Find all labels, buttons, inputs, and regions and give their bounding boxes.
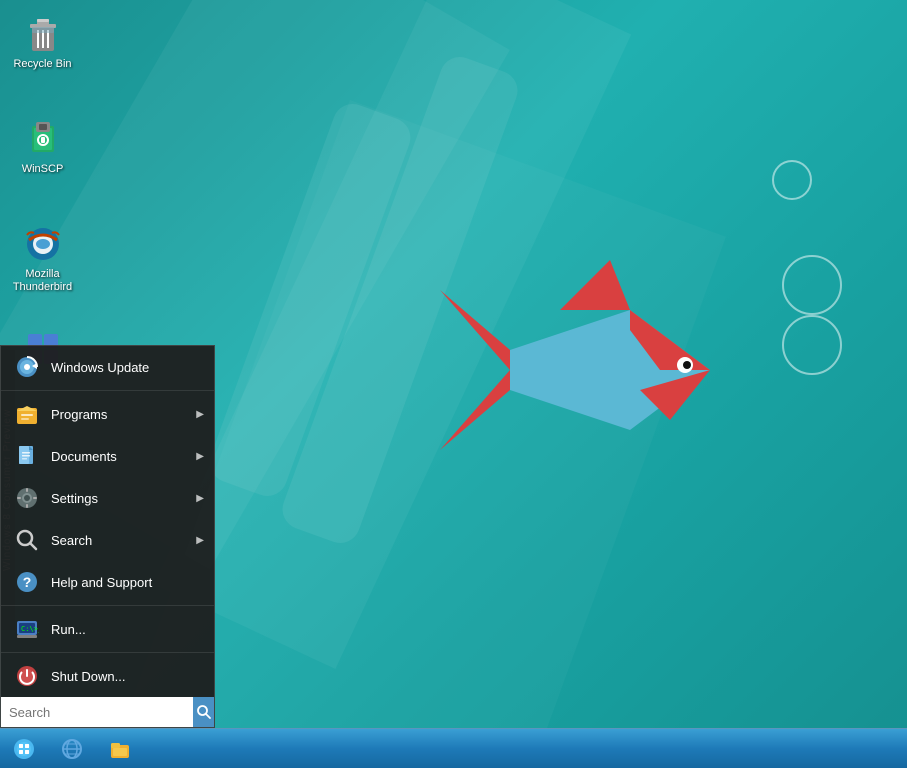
programs-arrow: ▶ [196,409,204,420]
programs-icon [13,400,41,428]
menu-item-documents[interactable]: Documents ▶ [1,435,214,477]
windows-update-label: Windows Update [51,360,202,375]
start-button[interactable] [0,730,48,768]
ie-icon [61,738,83,760]
shutdown-icon [13,662,41,690]
menu-item-windows-update[interactable]: Windows Update [1,346,214,388]
explorer-button[interactable] [96,730,144,768]
help-label: Help and Support [51,575,202,590]
separator-3 [1,652,214,653]
menu-item-programs[interactable]: Programs ▶ [1,393,214,435]
recycle-bin-label: Recycle Bin [13,58,71,71]
winscp-label: WinSCP [22,163,64,176]
menu-item-settings[interactable]: Settings ▶ [1,477,214,519]
separator-2 [1,605,214,606]
settings-icon [13,484,41,512]
search-menu-label: Search [51,533,202,548]
help-icon: ? [13,568,41,596]
start-icon [13,738,35,760]
svg-text:C:\>_: C:\>_ [21,625,39,633]
menu-item-help[interactable]: ? Help and Support [1,561,214,603]
separator-1 [1,390,214,391]
search-button-icon [197,705,211,719]
desktop-icon-winscp[interactable]: WinSCP [5,115,80,180]
programs-label: Programs [51,407,202,422]
menu-item-run[interactable]: C:\>_ Run... [1,608,214,650]
desktop: Windows 8 Consumer Preview Recycle Bin [0,0,907,768]
settings-label: Settings [51,491,202,506]
recycle-bin-icon [23,14,63,54]
start-menu: Windows Update Programs ▶ [0,345,215,728]
search-menu-icon [13,526,41,554]
shutdown-label: Shut Down... [51,669,202,684]
search-bar [1,697,214,727]
menu-item-search[interactable]: Search ▶ [1,519,214,561]
explorer-icon [109,738,131,760]
search-button[interactable] [193,697,214,727]
settings-arrow: ▶ [196,493,204,504]
winscp-icon [23,119,63,159]
run-icon: C:\>_ [13,615,41,643]
documents-arrow: ▶ [196,451,204,462]
desktop-icon-thunderbird[interactable]: Mozilla Thunderbird [5,220,80,298]
deco-circle-1 [772,160,812,200]
svg-text:?: ? [23,574,32,590]
windows-update-icon [13,353,41,381]
thunderbird-label: Mozilla Thunderbird [9,268,76,294]
fish-decoration [430,230,810,530]
taskbar [0,728,907,768]
documents-label: Documents [51,449,202,464]
documents-icon [13,442,41,470]
ie-button[interactable] [48,730,96,768]
desktop-icon-recycle-bin[interactable]: Recycle Bin [5,10,80,75]
search-input[interactable] [1,699,193,726]
fish-svg [430,230,790,510]
menu-item-shutdown[interactable]: Shut Down... [1,655,214,697]
thunderbird-icon [23,224,63,264]
search-arrow: ▶ [196,535,204,546]
run-label: Run... [51,622,202,637]
